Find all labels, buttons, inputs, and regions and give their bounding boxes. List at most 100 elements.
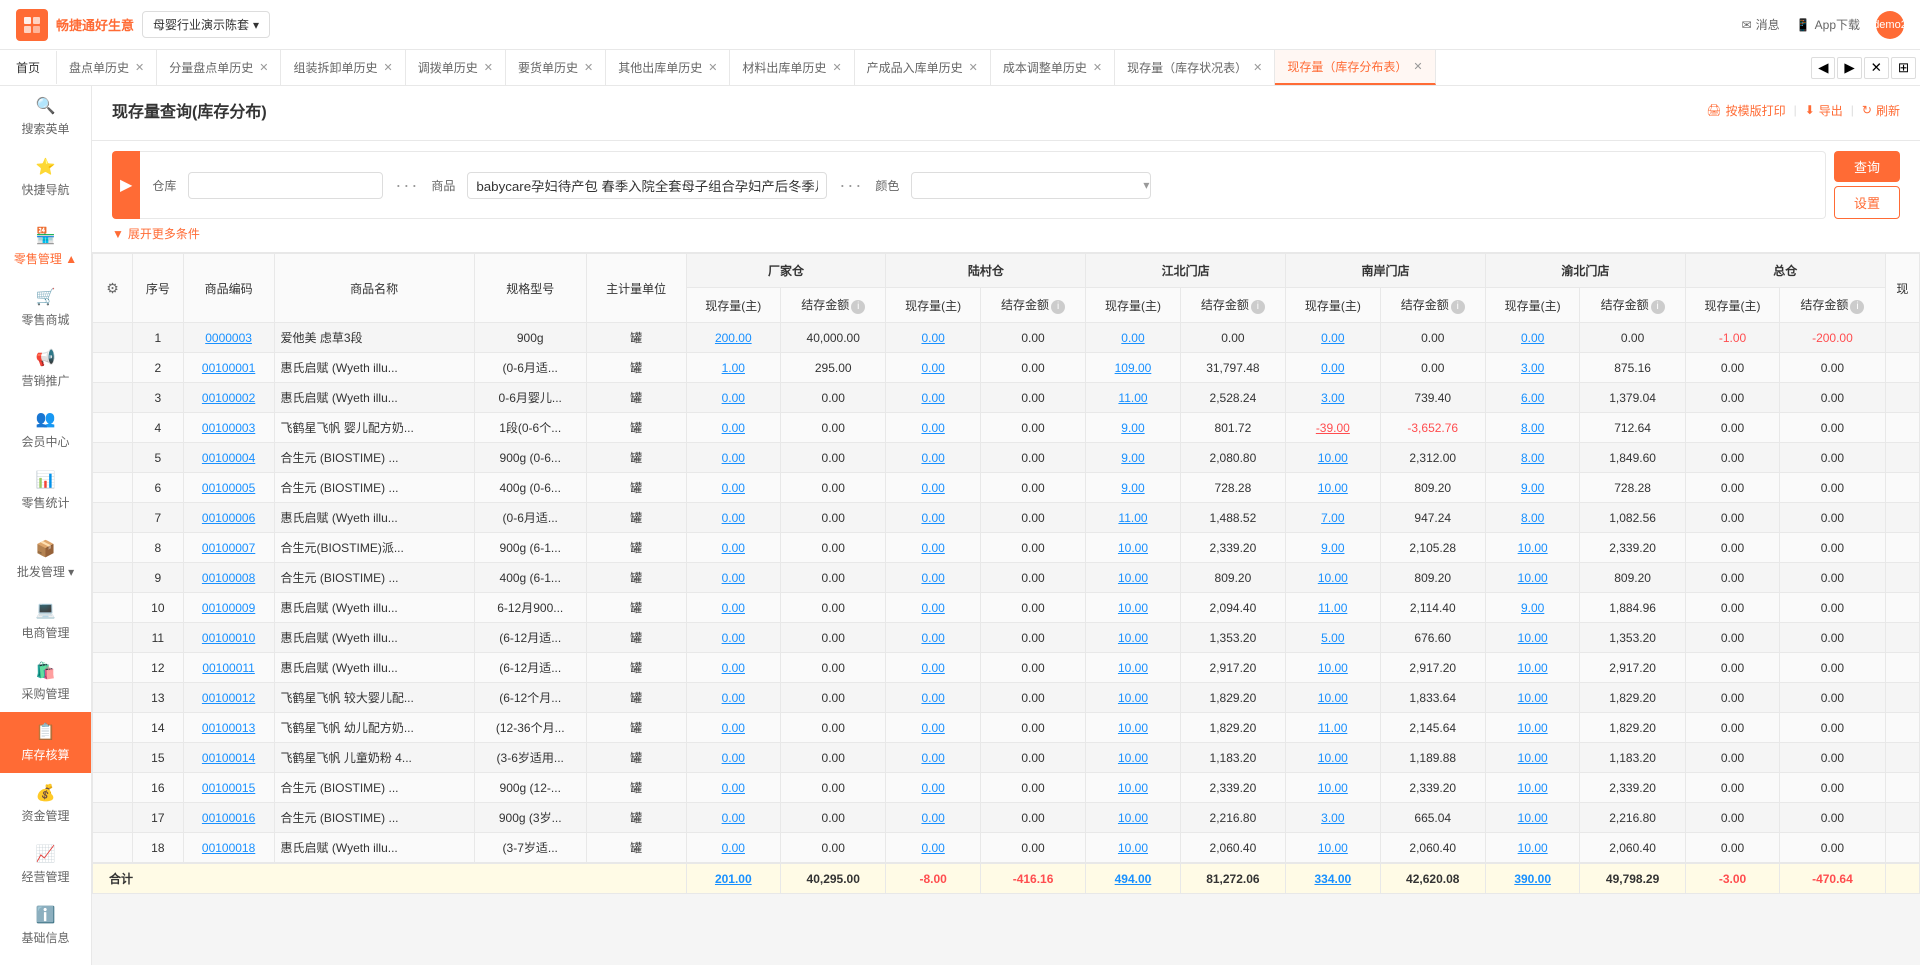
row-factory-stock-16[interactable]: 0.00 [686,803,780,833]
sidebar-item-marketing[interactable]: 📢 营销推广 [0,338,91,399]
row-yuanbei-stock-7[interactable]: 10.00 [1485,533,1579,563]
row-jiangbei-stock-15[interactable]: 10.00 [1086,773,1180,803]
row-yuanbei-stock-15[interactable]: 10.00 [1485,773,1579,803]
row-jiangbei-stock-12[interactable]: 10.00 [1086,683,1180,713]
row-code-15[interactable]: 00100015 [183,773,274,803]
tab-close[interactable]: ✕ [832,61,841,74]
sidebar-item-retail-mall[interactable]: 🛒 零售商城 [0,277,91,338]
tab-prev-btn[interactable]: ◀ [1811,57,1835,79]
row-nancun-stock-5[interactable]: 0.00 [886,473,980,503]
row-nanan-stock-3[interactable]: -39.00 [1286,413,1380,443]
tab-product-in[interactable]: 产成品入库单历史✕ [855,50,991,85]
row-yuanbei-stock-10[interactable]: 10.00 [1485,623,1579,653]
row-code-16[interactable]: 00100016 [183,803,274,833]
row-nancun-stock-12[interactable]: 0.00 [886,683,980,713]
row-nancun-stock-1[interactable]: 0.00 [886,353,980,383]
row-yuanbei-stock-8[interactable]: 10.00 [1485,563,1579,593]
sidebar-item-shortcut[interactable]: ⭐ 快捷导航 [0,147,91,208]
sidebar-item-search[interactable]: 🔍 搜索英单 [0,86,91,147]
sidebar-item-ecommerce[interactable]: 💻 电商管理 [0,590,91,651]
row-nanan-stock-17[interactable]: 10.00 [1286,833,1380,864]
row-factory-stock-3[interactable]: 0.00 [686,413,780,443]
row-code-7[interactable]: 00100007 [183,533,274,563]
warehouse-dots-btn[interactable]: ··· [395,175,419,196]
row-nanan-stock-12[interactable]: 10.00 [1286,683,1380,713]
row-nanan-stock-11[interactable]: 10.00 [1286,653,1380,683]
row-yuanbei-stock-1[interactable]: 3.00 [1485,353,1579,383]
row-yuanbei-stock-16[interactable]: 10.00 [1485,803,1579,833]
refresh-btn[interactable]: ↻ 刷新 [1862,102,1900,119]
row-nanan-stock-7[interactable]: 9.00 [1286,533,1380,563]
sidebar-item-operations[interactable]: 📈 经营管理 [0,834,91,895]
query-btn[interactable]: 查询 [1834,151,1900,182]
row-jiangbei-stock-11[interactable]: 10.00 [1086,653,1180,683]
row-nanan-stock-4[interactable]: 10.00 [1286,443,1380,473]
row-nancun-stock-2[interactable]: 0.00 [886,383,980,413]
row-factory-stock-7[interactable]: 0.00 [686,533,780,563]
print-btn[interactable]: 🖨 按模版打印 [1706,102,1785,119]
warehouse-filter-input[interactable] [188,172,383,199]
summary-yuanbei-stock[interactable]: 390.00 [1485,863,1579,894]
row-factory-stock-11[interactable]: 0.00 [686,653,780,683]
row-factory-stock-12[interactable]: 0.00 [686,683,780,713]
tab-transfer[interactable]: 调拨单历史✕ [406,50,506,85]
row-code-1[interactable]: 00100001 [183,353,274,383]
row-factory-stock-4[interactable]: 0.00 [686,443,780,473]
tab-close[interactable]: ✕ [1093,61,1102,74]
row-code-17[interactable]: 00100018 [183,833,274,864]
row-yuanbei-stock-12[interactable]: 10.00 [1485,683,1579,713]
row-yuanbei-stock-3[interactable]: 8.00 [1485,413,1579,443]
yuanbei-balance-info-icon[interactable]: i [1651,300,1665,314]
sidebar-item-member[interactable]: 👥 会员中心 [0,399,91,460]
summary-factory-stock[interactable]: 201.00 [686,863,780,894]
row-jiangbei-stock-7[interactable]: 10.00 [1086,533,1180,563]
row-jiangbei-stock-8[interactable]: 10.00 [1086,563,1180,593]
row-code-14[interactable]: 00100014 [183,743,274,773]
row-nancun-stock-16[interactable]: 0.00 [886,803,980,833]
th-settings[interactable]: ⚙ [93,254,133,323]
total-balance-info-icon[interactable]: i [1850,300,1864,314]
row-yuanbei-stock-5[interactable]: 9.00 [1485,473,1579,503]
summary-nanan-stock[interactable]: 334.00 [1286,863,1380,894]
row-nanan-stock-9[interactable]: 11.00 [1286,593,1380,623]
tab-inventory-count[interactable]: 盘点单历史✕ [57,50,157,85]
sidebar-item-purchase[interactable]: 🛍️ 采购管理 [0,651,91,712]
tab-stock-dist[interactable]: 现存量（库存分布表）✕ [1275,50,1435,85]
color-filter-input[interactable] [911,172,1151,199]
row-nanan-stock-2[interactable]: 3.00 [1286,383,1380,413]
row-factory-stock-0[interactable]: 200.00 [686,323,780,353]
row-yuanbei-stock-13[interactable]: 10.00 [1485,713,1579,743]
row-nanan-stock-6[interactable]: 7.00 [1286,503,1380,533]
nancun-balance-info-icon[interactable]: i [1051,300,1065,314]
row-yuanbei-stock-4[interactable]: 8.00 [1485,443,1579,473]
tab-home[interactable]: 首页 [0,51,57,84]
row-factory-stock-10[interactable]: 0.00 [686,623,780,653]
tab-close-all-btn[interactable]: ✕ [1864,57,1889,79]
row-nancun-stock-7[interactable]: 0.00 [886,533,980,563]
row-nanan-stock-5[interactable]: 10.00 [1286,473,1380,503]
row-jiangbei-stock-13[interactable]: 10.00 [1086,713,1180,743]
row-jiangbei-stock-5[interactable]: 9.00 [1086,473,1180,503]
row-code-8[interactable]: 00100008 [183,563,274,593]
row-jiangbei-stock-17[interactable]: 10.00 [1086,833,1180,864]
row-jiangbei-stock-16[interactable]: 10.00 [1086,803,1180,833]
sidebar-item-retail-mgmt[interactable]: 🏪 零售管理 ▲ [0,216,91,277]
tab-close[interactable]: ✕ [1253,61,1262,74]
summary-jiangbei-stock[interactable]: 494.00 [1086,863,1180,894]
row-code-9[interactable]: 00100009 [183,593,274,623]
row-nancun-stock-9[interactable]: 0.00 [886,593,980,623]
row-nanan-stock-13[interactable]: 11.00 [1286,713,1380,743]
tab-next-btn[interactable]: ▶ [1837,57,1861,79]
row-factory-stock-1[interactable]: 1.00 [686,353,780,383]
table-area[interactable]: ⚙ 序号 商品编码 商品名称 规格型号 主计量单位 厂家仓 陆村仓 江北门店 南… [92,253,1920,965]
row-jiangbei-stock-3[interactable]: 9.00 [1086,413,1180,443]
tab-close[interactable]: ✕ [584,61,593,74]
row-code-12[interactable]: 00100012 [183,683,274,713]
row-jiangbei-stock-0[interactable]: 0.00 [1086,323,1180,353]
tab-other-out[interactable]: 其他出库单历史✕ [606,50,730,85]
row-code-4[interactable]: 00100004 [183,443,274,473]
sidebar-item-retail-stats[interactable]: 📊 零售统计 [0,460,91,521]
row-nanan-stock-15[interactable]: 10.00 [1286,773,1380,803]
row-code-2[interactable]: 00100002 [183,383,274,413]
row-yuanbei-stock-0[interactable]: 0.00 [1485,323,1579,353]
